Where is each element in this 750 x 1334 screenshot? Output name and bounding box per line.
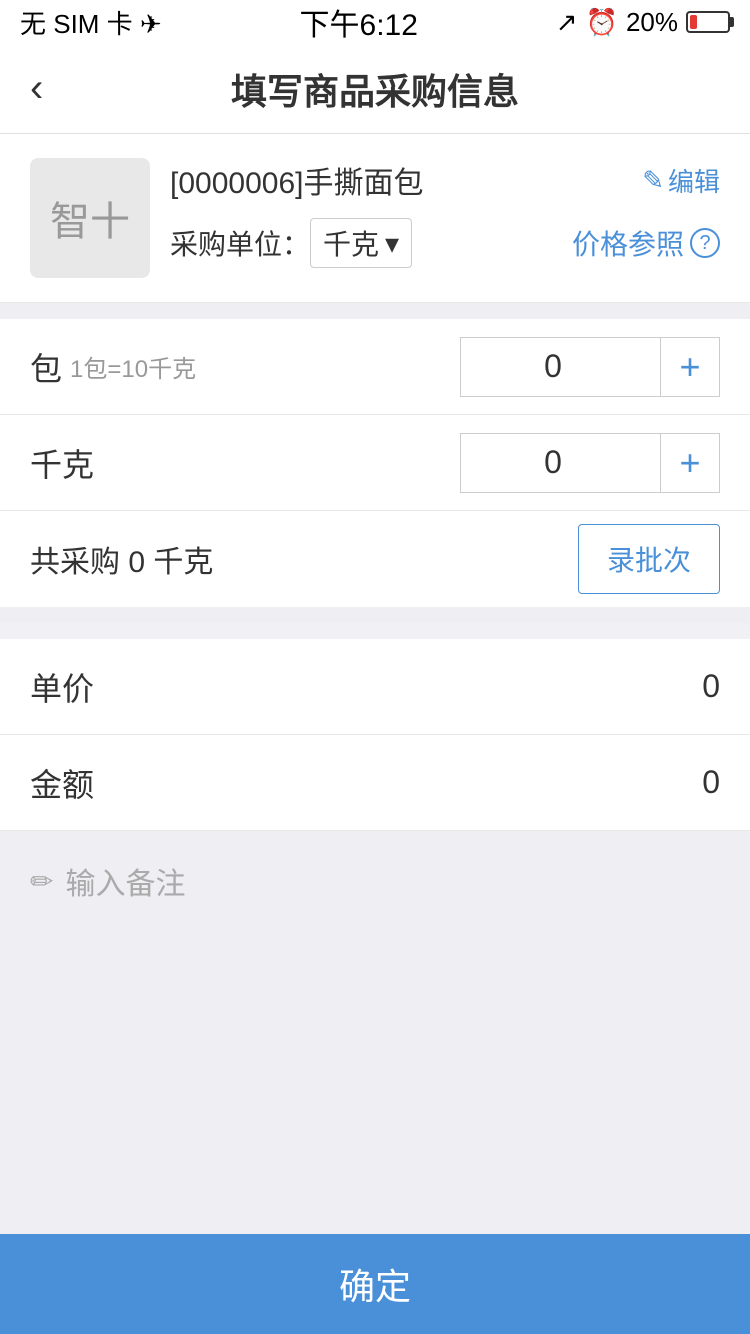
kg-input[interactable]: [460, 433, 660, 493]
unit-label: 采购单位：: [170, 223, 310, 263]
nav-bar: ‹ 填写商品采购信息: [0, 44, 750, 134]
package-plus-button[interactable]: +: [660, 337, 720, 397]
help-icon: ?: [690, 228, 720, 258]
status-bar-time: 下午6:12: [300, 0, 418, 44]
product-name: [0000006]手撕面包: [170, 158, 423, 202]
battery-percent: 20%: [626, 7, 678, 38]
product-info: [0000006]手撕面包 ✎ 编辑 采购单位： 千克 ▾ 价格参照 ?: [170, 158, 720, 268]
price-section: 单价 0 金额 0: [0, 639, 750, 831]
remark-section[interactable]: ✏ 输入备注: [0, 831, 750, 931]
total-record-row: 共采购 0 千克 录批次: [0, 511, 750, 607]
page-title: 填写商品采购信息: [231, 63, 519, 115]
unit-value: 千克: [323, 223, 379, 263]
price-ref-label: 价格参照: [572, 223, 684, 263]
record-batch-button[interactable]: 录批次: [578, 524, 720, 594]
status-bar-left: 无 SIM 卡 ✈: [20, 4, 162, 41]
product-logo-text: 智十: [50, 189, 130, 247]
back-button[interactable]: ‹: [30, 66, 43, 111]
unit-price-label: 单价: [30, 664, 94, 710]
total-text: 共采购 0 千克: [30, 537, 213, 581]
edit-icon: ✎: [642, 165, 664, 196]
input-section: 包 1包=10千克 + 千克 +: [0, 319, 750, 511]
sim-signal: 无 SIM 卡 ✈: [20, 4, 162, 41]
status-bar-right: ↗ ⏰ 20%: [556, 7, 730, 38]
separator-2: [0, 607, 750, 623]
kg-plus-button[interactable]: +: [660, 433, 720, 493]
package-row: 包 1包=10千克 +: [0, 319, 750, 415]
pencil-icon: ✏: [30, 865, 53, 898]
product-image: 智十: [30, 158, 150, 278]
unit-select[interactable]: 千克 ▾: [310, 218, 412, 268]
product-header: [0000006]手撕面包 ✎ 编辑: [170, 158, 720, 202]
chevron-down-icon: ▾: [385, 227, 399, 260]
price-reference-button[interactable]: 价格参照 ?: [572, 223, 720, 263]
edit-label: 编辑: [668, 162, 720, 199]
content-area: [0, 931, 750, 1241]
amount-value: 0: [702, 764, 720, 801]
package-input-group: +: [460, 337, 720, 397]
amount-label: 金额: [30, 760, 94, 806]
kg-label: 千克: [30, 440, 94, 486]
package-input[interactable]: [460, 337, 660, 397]
product-unit-row: 采购单位： 千克 ▾ 价格参照 ?: [170, 218, 720, 268]
unit-price-value: 0: [702, 668, 720, 705]
package-sublabel: 1包=10千克: [70, 349, 196, 384]
amount-row: 金额 0: [0, 735, 750, 831]
kg-row: 千克 +: [0, 415, 750, 511]
separator-1: [0, 303, 750, 319]
edit-button[interactable]: ✎ 编辑: [642, 162, 720, 199]
remark-placeholder: 输入备注: [65, 859, 185, 903]
confirm-button[interactable]: 确定: [0, 1234, 750, 1334]
alarm-icon: ⏰: [586, 7, 618, 38]
battery-indicator: [686, 11, 730, 33]
unit-price-row: 单价 0: [0, 639, 750, 735]
status-bar: 无 SIM 卡 ✈ 下午6:12 ↗ ⏰ 20%: [0, 0, 750, 44]
product-card: 智十 [0000006]手撕面包 ✎ 编辑 采购单位： 千克 ▾ 价格参照 ?: [0, 134, 750, 303]
package-label: 包: [30, 344, 62, 390]
location-icon: ↗: [556, 7, 578, 38]
kg-input-group: +: [460, 433, 720, 493]
